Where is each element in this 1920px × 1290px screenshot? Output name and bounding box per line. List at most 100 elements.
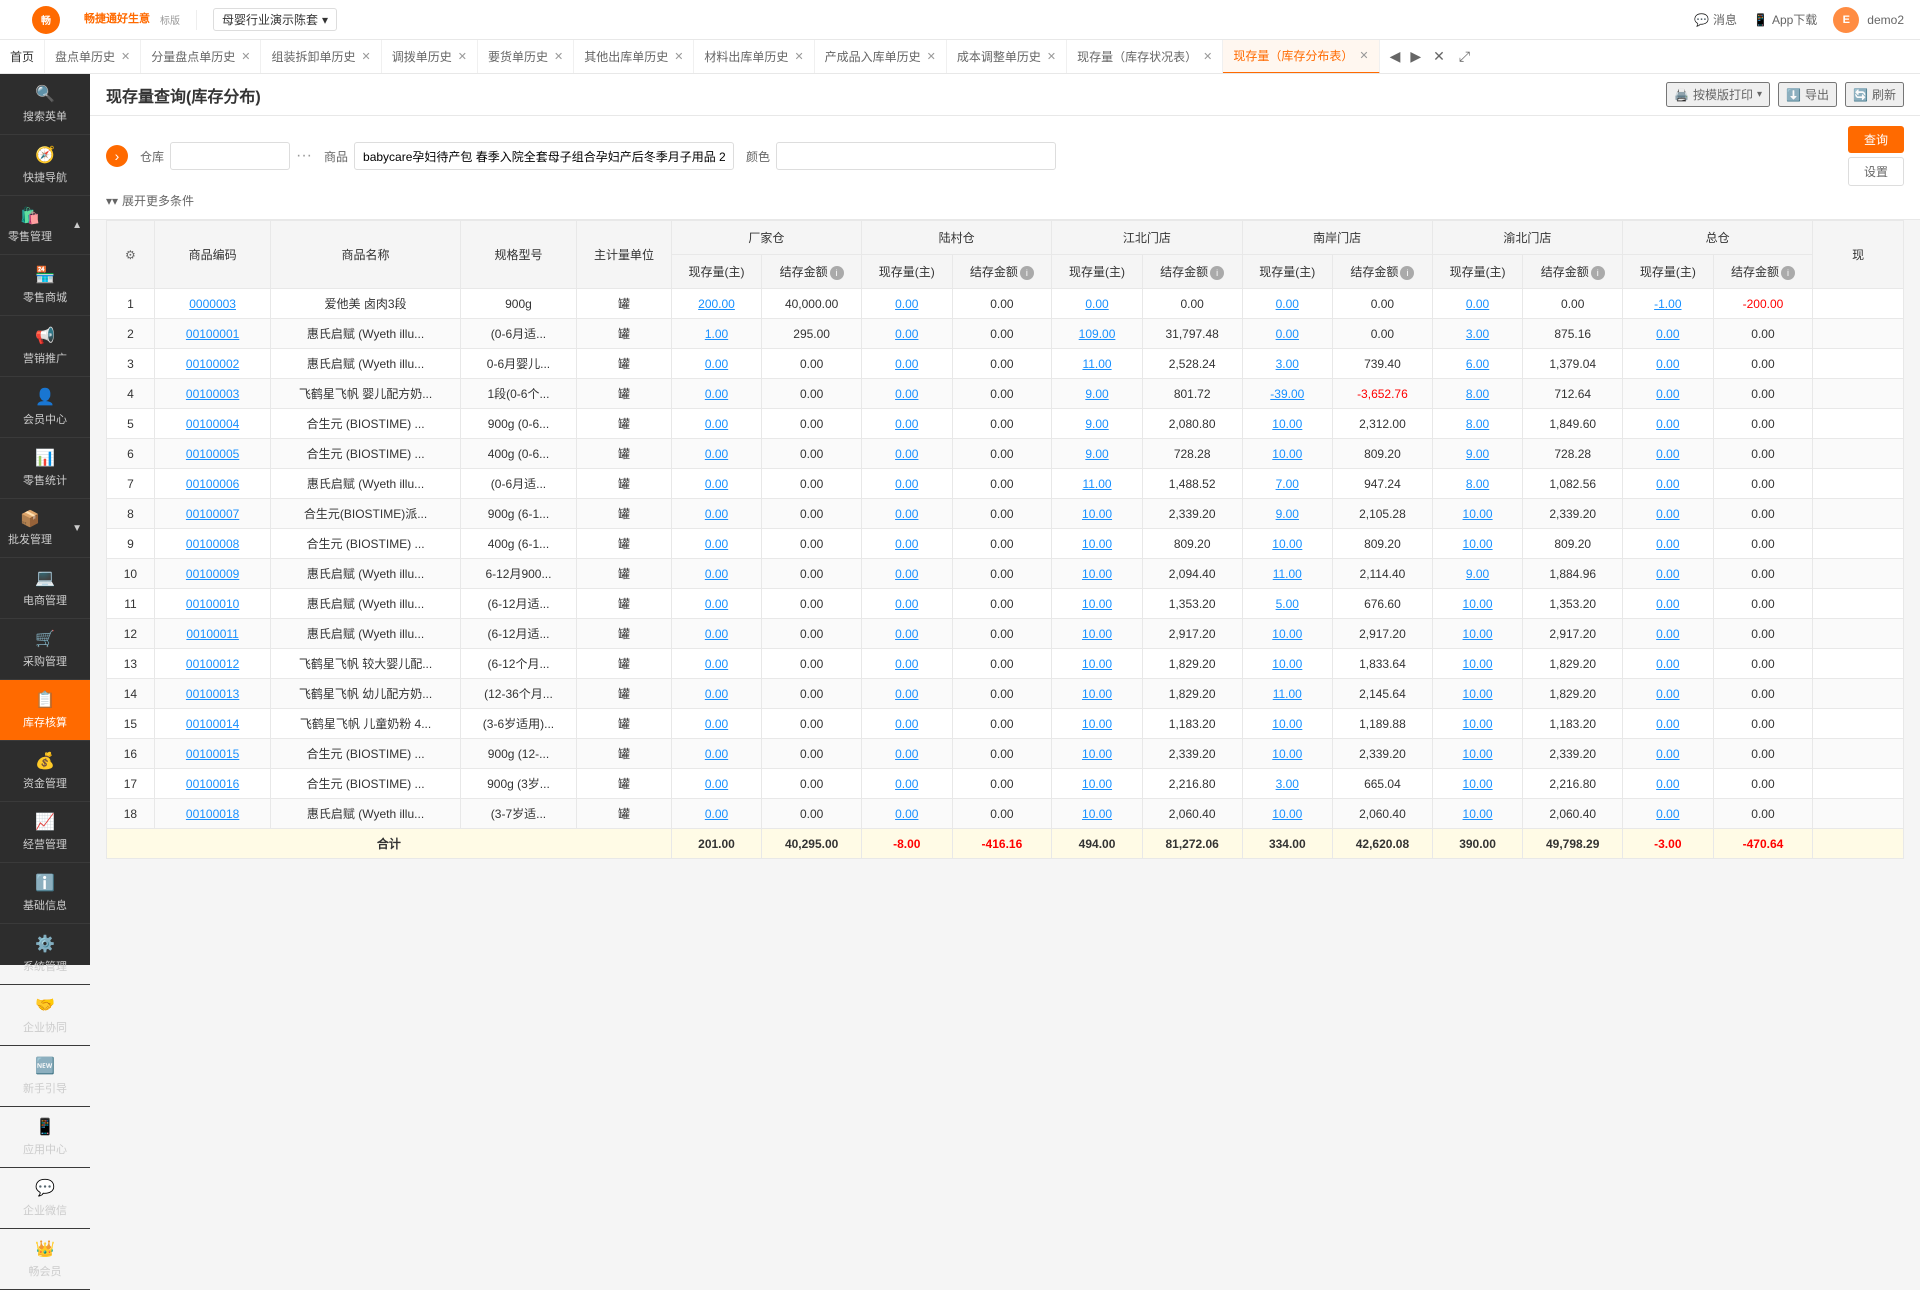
table-cell[interactable]: 00100010 — [154, 589, 270, 619]
tab-cost-adjust[interactable]: 成本调整单历史 ✕ — [947, 40, 1067, 74]
tab-stock-dist[interactable]: 现存量（库存分布表） ✕ — [1223, 40, 1379, 74]
tab-transfer[interactable]: 调拨单历史 ✕ — [382, 40, 478, 74]
tab-close-icon[interactable]: ✕ — [1203, 50, 1212, 63]
tab-close-icon[interactable]: ✕ — [554, 50, 563, 63]
tab-close-icon[interactable]: ✕ — [927, 50, 936, 63]
table-cell: 0.00 — [1523, 289, 1623, 319]
table-cell[interactable]: 00100005 — [154, 439, 270, 469]
logo-sub: 标版 — [160, 12, 180, 27]
table-cell[interactable]: 00100001 — [154, 319, 270, 349]
table-cell[interactable]: 00100006 — [154, 469, 270, 499]
sidebar-item-basic-info[interactable]: ℹ️ 基础信息 — [0, 863, 90, 924]
table-cell: 罐 — [577, 469, 672, 499]
info-icon[interactable]: i — [830, 266, 844, 280]
sidebar-item-purchase[interactable]: 🛒 采购管理 — [0, 619, 90, 680]
settings-btn[interactable]: 设置 — [1848, 157, 1904, 186]
table-cell[interactable]: 00100009 — [154, 559, 270, 589]
sidebar-item-finance[interactable]: 💰 资金管理 — [0, 741, 90, 802]
table-cell[interactable]: 00100013 — [154, 679, 270, 709]
sidebar-item-marketing[interactable]: 📢 营销推广 — [0, 316, 90, 377]
query-btn[interactable]: 查询 — [1848, 126, 1904, 153]
color-input[interactable] — [776, 142, 1056, 170]
tab-partial-check[interactable]: 分量盘点单历史 ✕ — [141, 40, 261, 74]
expand-conditions-btn[interactable]: ▾▾ 展开更多条件 — [106, 192, 1904, 209]
sidebar-item-retail-shop[interactable]: 🏪 零售商城 — [0, 255, 90, 316]
tab-close-icon[interactable]: ✕ — [458, 50, 467, 63]
table-cell[interactable]: 00100018 — [154, 799, 270, 829]
tab-close-icon[interactable]: ✕ — [1359, 49, 1368, 62]
tab-close-icon[interactable]: ✕ — [674, 50, 683, 63]
tab-close-icon[interactable]: ✕ — [362, 50, 371, 63]
print-btn[interactable]: 🖨️ 按模版打印 ▾ — [1666, 82, 1770, 107]
table-cell: 0.00 — [1713, 319, 1813, 349]
sidebar-item-wholesale[interactable]: 📦 批发管理 ▼ — [0, 499, 90, 558]
table-cell[interactable]: 00100016 — [154, 769, 270, 799]
sidebar-item-operations[interactable]: 📈 经营管理 — [0, 802, 90, 863]
table-cell: 10.00 — [1052, 559, 1143, 589]
store-selector[interactable]: 母婴行业演示陈套 ▾ — [213, 8, 337, 31]
tab-other-out[interactable]: 其他出库单历史 ✕ — [574, 40, 694, 74]
sidebar-item-retail-mgmt[interactable]: 🛍️ 零售管理 ▲ — [0, 196, 90, 255]
table-cell[interactable]: 00100014 — [154, 709, 270, 739]
table-settings-icon[interactable]: ⚙ — [118, 243, 142, 267]
table-cell: 40,000.00 — [762, 289, 862, 319]
sidebar-item-retail-stats[interactable]: 📊 零售统计 — [0, 438, 90, 499]
table-cell[interactable]: 0000003 — [154, 289, 270, 319]
product-input[interactable] — [354, 142, 734, 170]
tab-close-icon[interactable]: ✕ — [794, 50, 803, 63]
search-icon: 🔍 — [35, 84, 55, 104]
sidebar-item-vip[interactable]: 👑 畅会员 — [0, 1229, 90, 1290]
sidebar-item-wechat[interactable]: 💬 企业微信 — [0, 1168, 90, 1229]
nav-prev-icon[interactable]: ◀ — [1386, 46, 1405, 67]
tab-home[interactable]: 首页 — [0, 40, 45, 74]
table-cell[interactable]: 00100011 — [154, 619, 270, 649]
tab-inventory-check[interactable]: 盘点单历史 ✕ — [45, 40, 141, 74]
warehouse-input[interactable] — [170, 142, 290, 170]
tab-assembly[interactable]: 组装拆卸单历史 ✕ — [261, 40, 381, 74]
nav-next-icon[interactable]: ▶ — [1406, 46, 1425, 67]
nav-close-all-icon[interactable]: ✕ — [1427, 46, 1451, 67]
info-icon[interactable]: i — [1781, 266, 1795, 280]
table-cell[interactable]: 00100007 — [154, 499, 270, 529]
info-icon[interactable]: i — [1020, 266, 1034, 280]
tab-stock-status[interactable]: 现存量（库存状况表） ✕ — [1067, 40, 1223, 74]
sidebar-item-guide[interactable]: 🆕 新手引导 — [0, 1046, 90, 1107]
table-cell: 2,528.24 — [1142, 349, 1242, 379]
table-cell[interactable]: 00100012 — [154, 649, 270, 679]
table-cell: 0.00 — [671, 559, 762, 589]
refresh-btn[interactable]: 🔄 刷新 — [1845, 82, 1904, 107]
expand-filter-btn[interactable]: › — [106, 145, 128, 167]
info-icon[interactable]: i — [1210, 266, 1224, 280]
table-cell — [1813, 589, 1904, 619]
table-cell: 2,060.40 — [1142, 799, 1242, 829]
table-cell[interactable]: 00100004 — [154, 409, 270, 439]
table-cell[interactable]: 00100003 — [154, 379, 270, 409]
sidebar-item-member[interactable]: 👤 会员中心 — [0, 377, 90, 438]
table-cell[interactable]: 00100002 — [154, 349, 270, 379]
export-btn[interactable]: ⬇️ 导出 — [1778, 82, 1837, 107]
nav-icon: 🧭 — [35, 145, 55, 165]
tab-close-icon[interactable]: ✕ — [241, 50, 250, 63]
user-avatar[interactable]: E demo2 — [1833, 7, 1904, 33]
table-row: 1800100018惠氏启赋 (Wyeth illu...(3-7岁适...罐0… — [107, 799, 1904, 829]
table-cell[interactable]: 00100008 — [154, 529, 270, 559]
tab-close-icon[interactable]: ✕ — [121, 50, 130, 63]
message-btn[interactable]: 💬 消息 — [1694, 11, 1737, 28]
table-cell[interactable]: 00100015 — [154, 739, 270, 769]
tab-close-icon[interactable]: ✕ — [1047, 50, 1056, 63]
sidebar-item-enterprise[interactable]: 🤝 企业协同 — [0, 985, 90, 1046]
sidebar-item-nav[interactable]: 🧭 快捷导航 — [0, 135, 90, 196]
sidebar-item-inventory[interactable]: 📋 库存核算 — [0, 680, 90, 741]
warehouse-ellipsis-btn[interactable]: ··· — [296, 147, 312, 165]
sidebar-item-apps[interactable]: 📱 应用中心 — [0, 1107, 90, 1168]
sidebar-item-ecommerce[interactable]: 💻 电商管理 — [0, 558, 90, 619]
info-icon[interactable]: i — [1400, 266, 1414, 280]
tab-material-out[interactable]: 材料出库单历史 ✕ — [694, 40, 814, 74]
nav-expand-icon[interactable]: ⤢ — [1453, 46, 1476, 67]
app-download-btn[interactable]: 📱 App下载 — [1753, 11, 1817, 28]
tab-requisition[interactable]: 要货单历史 ✕ — [478, 40, 574, 74]
sidebar-item-search[interactable]: 🔍 搜索英单 — [0, 74, 90, 135]
sidebar-item-system[interactable]: ⚙️ 系统管理 — [0, 924, 90, 985]
info-icon[interactable]: i — [1591, 266, 1605, 280]
tab-product-in[interactable]: 产成品入库单历史 ✕ — [815, 40, 947, 74]
